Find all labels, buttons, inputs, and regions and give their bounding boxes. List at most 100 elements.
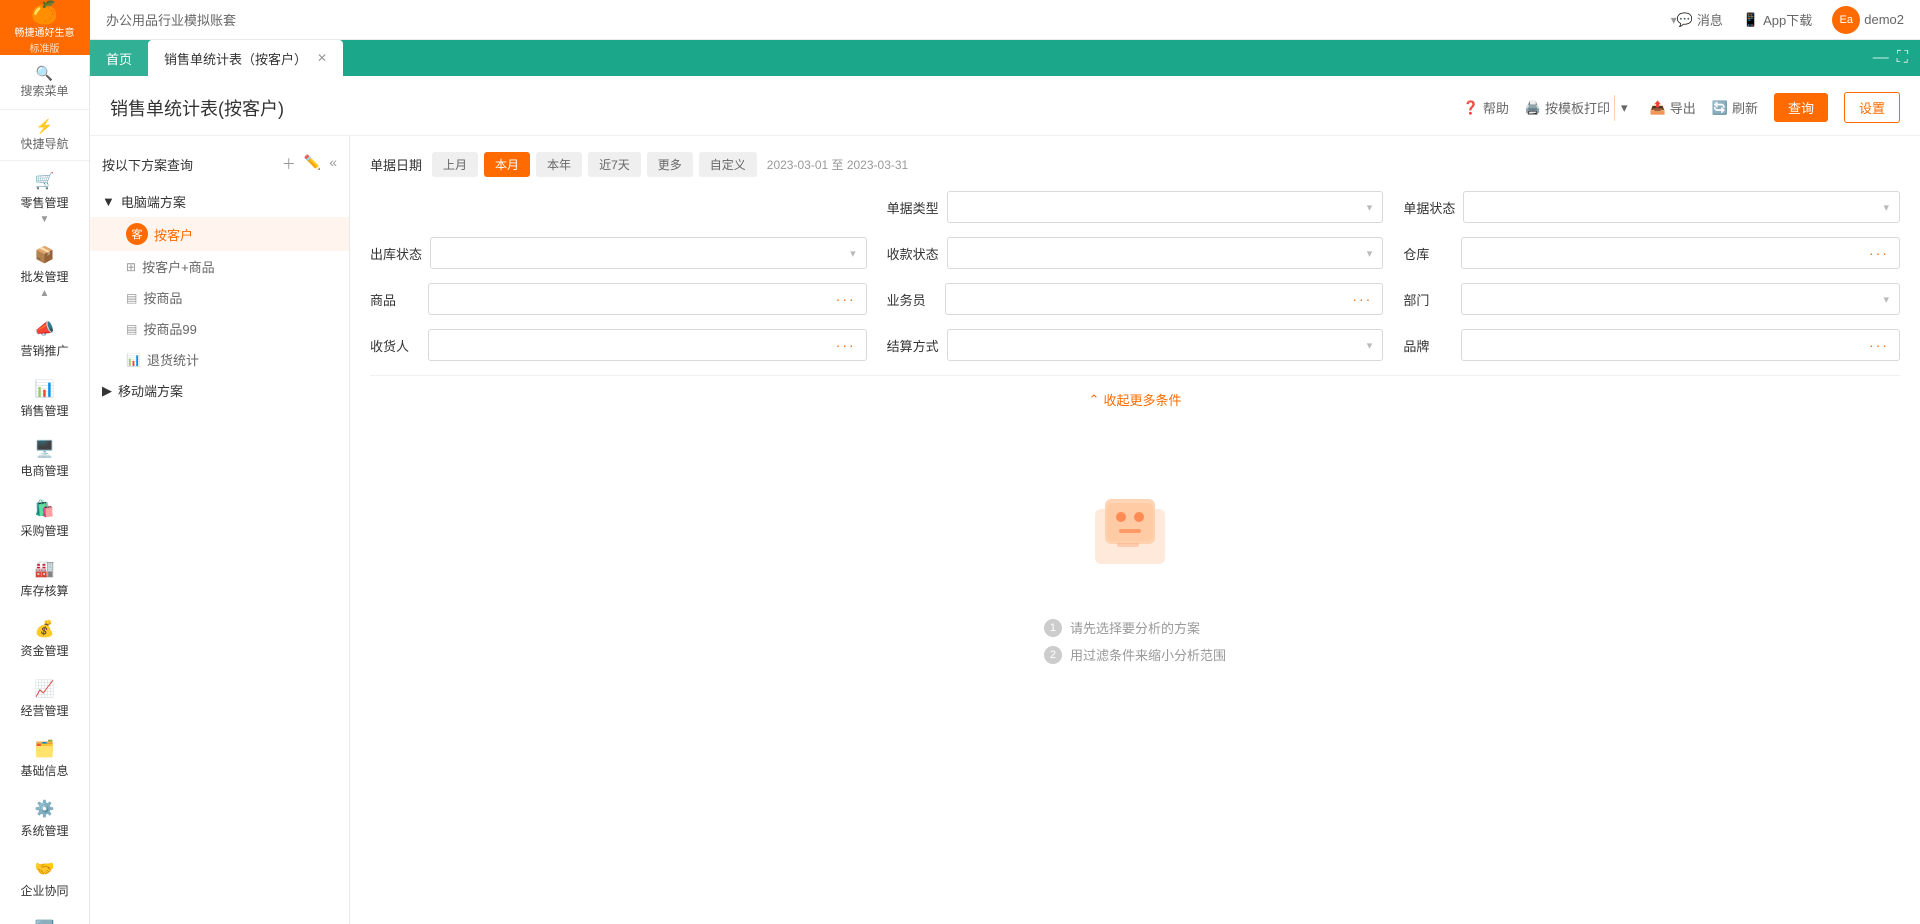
sidebar-item-ecommerce[interactable]: 🖥️ 电商管理 <box>0 429 89 489</box>
app-download-btn[interactable]: 📱 App下载 <box>1743 10 1812 29</box>
filter-brand: 品牌 ··· <box>1403 329 1900 361</box>
tree-group-desktop-label: 电脑端方案 <box>121 192 186 211</box>
tree-item-by-goods[interactable]: ▤ 按商品 <box>90 282 349 313</box>
sidebar-item-search[interactable]: 🔍 搜索菜单 <box>0 55 89 110</box>
enterprise-icon: 🤝 <box>35 859 55 879</box>
user-profile-btn[interactable]: Ea demo2 <box>1832 6 1904 34</box>
collapse-panel-btn[interactable]: « <box>329 154 337 174</box>
tree-item-returns[interactable]: 📊 退货统计 <box>90 344 349 375</box>
print-dropdown-arrow[interactable]: ▾ <box>1614 95 1634 121</box>
filter-goods: 商品 ··· <box>370 283 867 315</box>
date-btn-last-7days[interactable]: 近7天 <box>588 152 641 177</box>
order-status-control[interactable]: ▾ <box>1463 191 1900 223</box>
tree-item-by-customer-label: 按客户 <box>154 225 193 244</box>
refresh-btn[interactable]: 🔄 刷新 <box>1712 98 1758 117</box>
goods-label: 商品 <box>370 290 420 309</box>
tab-maximize-btn[interactable]: ⛶ <box>1897 49 1908 67</box>
tree-group-mobile[interactable]: ▶ 移动端方案 <box>90 375 349 406</box>
sidebar-item-finance[interactable]: 💰 资金管理 <box>0 609 89 669</box>
sidebar-item-inventory[interactable]: 🏭 库存核算 <box>0 549 89 609</box>
sales-icon: 📊 <box>35 379 55 399</box>
order-type-control[interactable]: ▾ <box>947 191 1384 223</box>
marketing-icon: 📣 <box>35 319 55 339</box>
right-panel: 单据日期 上月 本月 本年 近7天 更多 自定义 2023-03-01 至 20… <box>350 136 1920 924</box>
sidebar-item-operations[interactable]: 📈 经营管理 <box>0 669 89 729</box>
sidebar-item-quicknav[interactable]: ⚡ 快捷导航 <box>0 110 89 161</box>
payment-status-control[interactable]: ▾ <box>947 237 1384 269</box>
newuser-icon: 🆕 <box>35 919 55 924</box>
sidebar-item-sales-label: 销售管理 <box>20 402 68 419</box>
sidebar: 🍊 畅捷通好生意 标准版 🔍 搜索菜单 ⚡ 快捷导航 🛒 零售管理 ▼ 📦 批发… <box>0 0 90 924</box>
salesman-control[interactable]: ··· <box>945 283 1384 315</box>
wholesale-arrow: ▲ <box>40 288 50 299</box>
payment-method-label: 结算方式 <box>887 336 939 355</box>
basics-icon: 🗂️ <box>35 739 55 759</box>
date-label: 单据日期 <box>370 155 422 174</box>
sidebar-item-wholesale-label: 批发管理 <box>20 268 68 285</box>
header-title: 办公用品行业模拟账套 <box>106 10 1667 29</box>
sidebar-item-enterprise-label: 企业协同 <box>20 882 68 899</box>
order-type-arrow: ▾ <box>1367 201 1373 214</box>
query-btn[interactable]: 查询 <box>1774 93 1828 122</box>
print-btn[interactable]: 🖨️ 按模板打印 ▾ <box>1525 95 1634 121</box>
warehouse-control[interactable]: ··· <box>1461 237 1900 269</box>
goods-control[interactable]: ··· <box>428 283 867 315</box>
empty-icon <box>1075 479 1195 598</box>
sidebar-item-wholesale[interactable]: 📦 批发管理 ▲ <box>0 235 89 309</box>
tree-item-by-customer[interactable]: 客 按客户 <box>90 217 349 251</box>
sidebar-item-enterprise[interactable]: 🤝 企业协同 <box>0 849 89 909</box>
payment-method-control[interactable]: ▾ <box>947 329 1384 361</box>
logo-sub: 标准版 <box>30 40 60 55</box>
tabbar: 首页 销售单统计表（按客户） ✕ — ⛶ <box>90 40 1920 76</box>
receiver-control[interactable]: ··· <box>428 329 867 361</box>
brand-label: 品牌 <box>1403 336 1453 355</box>
tree-group-desktop[interactable]: ▼ 电脑端方案 <box>90 186 349 217</box>
date-btn-custom[interactable]: 自定义 <box>699 152 757 177</box>
page-header: 销售单统计表(按客户) ❓ 帮助 🖨️ 按模板打印 ▾ 📤 导出 🔄 刷新 查询… <box>90 76 1920 136</box>
sidebar-item-system-label: 系统管理 <box>20 822 68 839</box>
sidebar-item-sales[interactable]: 📊 销售管理 <box>0 369 89 429</box>
date-btn-this-month[interactable]: 本月 <box>484 152 530 177</box>
collapse-icon: ⌃ <box>1089 392 1100 408</box>
sidebar-item-system[interactable]: ⚙️ 系统管理 <box>0 789 89 849</box>
logo: 🍊 畅捷通好生意 标准版 <box>0 0 90 55</box>
filter-row-3: 商品 ··· 业务员 ··· 部门 <box>370 283 1900 315</box>
filter-order-type: 单据类型 ▾ <box>887 191 1384 223</box>
message-btn[interactable]: 💬 消息 <box>1677 10 1723 29</box>
edit-scheme-btn[interactable]: ✏️ <box>304 154 321 174</box>
export-btn[interactable]: 📤 导出 <box>1650 98 1696 117</box>
stock-out-control[interactable]: ▾ <box>430 237 867 269</box>
sidebar-item-retail-label: 零售管理 <box>20 194 68 211</box>
help-btn[interactable]: ❓ 帮助 <box>1463 98 1509 117</box>
sidebar-item-retail[interactable]: 🛒 零售管理 ▼ <box>0 161 89 235</box>
receiver-label: 收货人 <box>370 336 420 355</box>
sidebar-item-basics[interactable]: 🗂️ 基础信息 <box>0 729 89 789</box>
add-scheme-btn[interactable]: ＋ <box>282 154 296 174</box>
customer-goods-icon: ⊞ <box>126 260 136 274</box>
sidebar-item-newuser[interactable]: 🆕 新手引导 <box>0 909 89 924</box>
collapse-btn[interactable]: ⌃ 收起更多条件 <box>370 380 1900 419</box>
department-arrow: ▾ <box>1883 293 1889 306</box>
tab-sales-stat[interactable]: 销售单统计表（按客户） ✕ <box>148 40 343 76</box>
tab-home[interactable]: 首页 <box>90 40 148 76</box>
sidebar-item-purchase[interactable]: 🛍️ 采购管理 <box>0 489 89 549</box>
sidebar-item-marketing[interactable]: 📣 营销推广 <box>0 309 89 369</box>
date-btn-last-month[interactable]: 上月 <box>432 152 478 177</box>
date-btn-more[interactable]: 更多 <box>647 152 693 177</box>
tab-close-btn[interactable]: ✕ <box>317 51 327 65</box>
filter-order-status: 单据状态 ▾ <box>1403 191 1900 223</box>
tip-num-2: 2 <box>1044 646 1062 664</box>
department-control[interactable]: ▾ <box>1461 283 1900 315</box>
logo-icon: 🍊 <box>31 0 58 26</box>
tree-item-by-goods99[interactable]: ▤ 按商品99 <box>90 313 349 344</box>
phone-icon: 📱 <box>1743 12 1759 28</box>
panel-header-actions: ＋ ✏️ « <box>282 154 337 174</box>
brand-control[interactable]: ··· <box>1461 329 1900 361</box>
date-btn-this-year[interactable]: 本年 <box>536 152 582 177</box>
empty-tip-2: 2 用过滤条件来缩小分析范围 <box>1044 645 1226 664</box>
tree-item-customer-goods[interactable]: ⊞ 按客户+商品 <box>90 251 349 282</box>
tab-minimize-btn[interactable]: — <box>1873 49 1889 67</box>
tree-group-mobile-label: 移动端方案 <box>118 381 183 400</box>
settings-btn[interactable]: 设置 <box>1844 92 1900 123</box>
date-range: 2023-03-01 至 2023-03-31 <box>767 156 908 173</box>
